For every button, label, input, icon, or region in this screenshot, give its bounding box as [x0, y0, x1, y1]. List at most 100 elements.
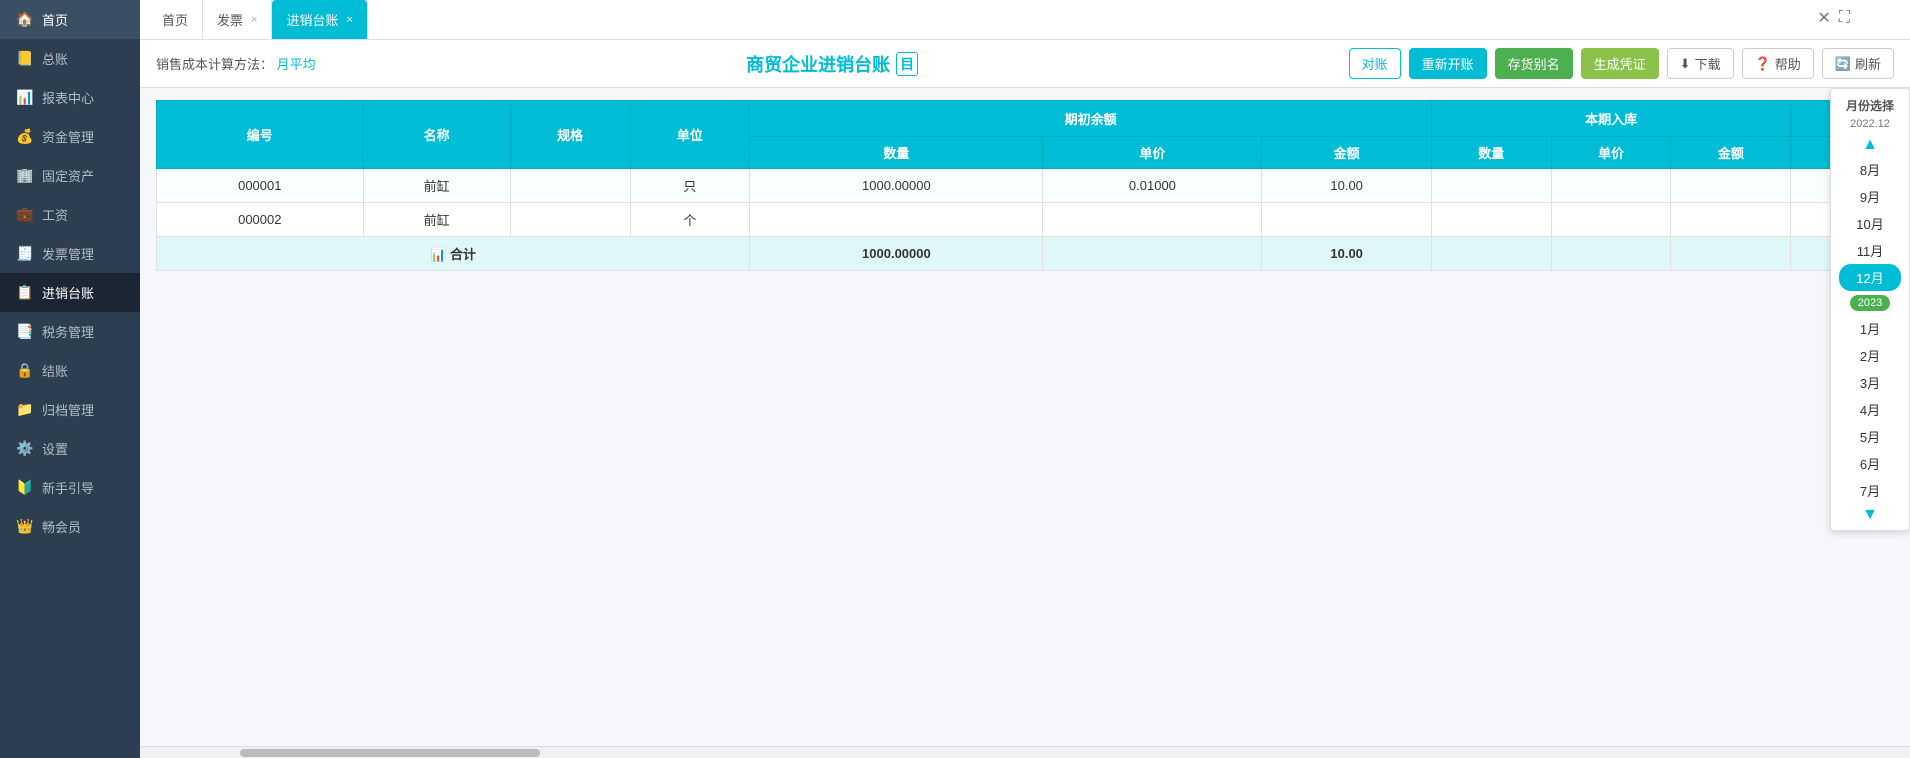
- tab-invoice[interactable]: 发票 ×: [203, 0, 272, 39]
- month-4[interactable]: 4月: [1831, 396, 1909, 423]
- download-label: 下载: [1695, 54, 1721, 73]
- sidebar-item-reports[interactable]: 📊 报表中心: [0, 78, 140, 117]
- archive-icon: 📁: [16, 401, 34, 418]
- member-icon: 👑: [16, 518, 34, 535]
- month-5[interactable]: 5月: [1831, 423, 1909, 450]
- month-3[interactable]: 3月: [1831, 369, 1909, 396]
- sidebar-item-payroll[interactable]: 💼 工资: [0, 195, 140, 234]
- sidebar-item-closing[interactable]: 🔒 结账: [0, 351, 140, 390]
- sidebar-item-label: 总账: [42, 49, 68, 68]
- invoice-icon: 🧾: [16, 245, 34, 262]
- sidebar-item-fixed-assets[interactable]: 🏢 固定资产: [0, 156, 140, 195]
- year-2023-badge: 2023: [1850, 295, 1890, 311]
- col-spec-header: 规格: [510, 101, 630, 169]
- cost-method-label: 销售成本计算方法：: [156, 57, 273, 72]
- cell-spec: [510, 203, 630, 237]
- maximize-window-button[interactable]: ⛶: [1839, 9, 1850, 27]
- col-name-header: 名称: [363, 101, 510, 169]
- download-icon: ⬇: [1680, 56, 1691, 72]
- month-12[interactable]: 12月: [1839, 264, 1901, 291]
- cell-opening-amount: 10.00: [1262, 169, 1432, 203]
- sidebar-item-label: 进销台账: [42, 283, 94, 302]
- month-8[interactable]: 8月: [1831, 156, 1909, 183]
- cell-unit: 只: [630, 169, 750, 203]
- help-button[interactable]: ❓ 帮助: [1742, 48, 1814, 79]
- reopen-button[interactable]: 重新开账: [1409, 48, 1487, 79]
- sidebar-item-label: 归档管理: [42, 400, 94, 419]
- sidebar-item-archive[interactable]: 📁 归档管理: [0, 390, 140, 429]
- sidebar-item-settings[interactable]: ⚙️ 设置: [0, 429, 140, 468]
- total-opening-price: [1043, 237, 1262, 271]
- sidebar-item-label: 畅会员: [42, 517, 81, 536]
- content-area: 销售成本计算方法： 月平均 商贸企业进销台账 目 对账 重新开账 存货别名 生成…: [140, 40, 1910, 758]
- main-content: ✕ ⛶ 首页 发票 × 进销台账 × 销售成本计算方法： 月平均 商贸企业进销台…: [140, 0, 1910, 758]
- month-nav-down[interactable]: ▼: [1831, 504, 1909, 526]
- reports-icon: 📊: [16, 89, 34, 106]
- month-6[interactable]: 6月: [1831, 450, 1909, 477]
- assets-icon: 🏢: [16, 167, 34, 184]
- cell-name: 前缸: [363, 203, 510, 237]
- download-button[interactable]: ⬇ 下载: [1667, 48, 1734, 79]
- sidebar-item-fund[interactable]: 💰 资金管理: [0, 117, 140, 156]
- month-panel: 月份选择 2022.12 ▲ 8月 9月 10月 11月 12月 2023 1月…: [1830, 88, 1910, 531]
- month-10[interactable]: 10月: [1831, 210, 1909, 237]
- sidebar-item-member[interactable]: 👑 畅会员: [0, 507, 140, 546]
- month-1[interactable]: 1月: [1831, 315, 1909, 342]
- cell-in-qty: [1431, 203, 1551, 237]
- page-title: 商贸企业进销台账: [746, 51, 890, 77]
- sidebar-item-general-ledger[interactable]: 📒 总账: [0, 39, 140, 78]
- cell-code: 000002: [157, 203, 364, 237]
- refresh-label: 刷新: [1855, 54, 1881, 73]
- tax-icon: 📑: [16, 323, 34, 340]
- col-current-in-header: 本期入库: [1431, 101, 1790, 137]
- month-11[interactable]: 11月: [1831, 237, 1909, 264]
- ledger-icon: 📒: [16, 50, 34, 67]
- total-in-amount: [1671, 237, 1791, 271]
- month-7[interactable]: 7月: [1831, 477, 1909, 504]
- title-edit-icon[interactable]: 目: [896, 52, 918, 76]
- col-opening-qty-header: 数量: [750, 137, 1043, 169]
- table-row: 000002 前缸 个: [157, 203, 1894, 237]
- refresh-button[interactable]: 🔄 刷新: [1822, 48, 1894, 79]
- tab-bar: 首页 发票 × 进销台账 ×: [140, 0, 1910, 40]
- cost-method-value: 月平均: [277, 57, 316, 72]
- sidebar-item-invoice[interactable]: 🧾 发票管理: [0, 234, 140, 273]
- horizontal-scrollbar[interactable]: [140, 746, 1910, 758]
- cell-opening-qty: 1000.00000: [750, 169, 1043, 203]
- sidebar-item-tax[interactable]: 📑 税务管理: [0, 312, 140, 351]
- month-9[interactable]: 9月: [1831, 183, 1909, 210]
- month-2[interactable]: 2月: [1831, 342, 1909, 369]
- sidebar-item-label: 税务管理: [42, 322, 94, 341]
- sidebar-item-inventory[interactable]: 📋 进销台账: [0, 273, 140, 312]
- month-nav-up[interactable]: ▲: [1831, 134, 1909, 156]
- sidebar-item-guide[interactable]: 🔰 新手引导: [0, 468, 140, 507]
- tab-home[interactable]: 首页: [148, 0, 203, 39]
- tab-invoice-label: 发票: [217, 10, 243, 29]
- col-code-header: 编号: [157, 101, 364, 169]
- window-controls: ✕ ⛶: [1817, 8, 1850, 28]
- cell-spec: [510, 169, 630, 203]
- cell-unit: 个: [630, 203, 750, 237]
- generate-voucher-button[interactable]: 生成凭证: [1581, 48, 1659, 79]
- help-label: 帮助: [1775, 54, 1801, 73]
- tab-invoice-close[interactable]: ×: [251, 14, 257, 26]
- tab-inventory-close[interactable]: ×: [346, 14, 352, 26]
- save-alias-button[interactable]: 存货别名: [1495, 48, 1573, 79]
- cell-code: 000001: [157, 169, 364, 203]
- reconcile-button[interactable]: 对账: [1349, 48, 1401, 79]
- close-window-button[interactable]: ✕: [1817, 8, 1830, 28]
- fund-icon: 💰: [16, 128, 34, 145]
- cost-method-info: 销售成本计算方法： 月平均: [156, 54, 316, 73]
- settings-icon: ⚙️: [16, 440, 34, 457]
- scrollbar-thumb[interactable]: [240, 749, 540, 757]
- total-opening-qty: 1000.00000: [750, 237, 1043, 271]
- cell-name: 前缸: [363, 169, 510, 203]
- month-panel-title: 月份选择: [1831, 93, 1909, 116]
- top-bar: 销售成本计算方法： 月平均 商贸企业进销台账 目 对账 重新开账 存货别名 生成…: [140, 40, 1910, 88]
- sidebar-item-label: 资金管理: [42, 127, 94, 146]
- table-header-row-1: 编号 名称 规格 单位 期初余额 本期入库 数: [157, 101, 1894, 137]
- month-panel-year-label: 2022.12: [1831, 116, 1909, 134]
- sidebar-item-home[interactable]: 🏠 首页: [0, 0, 140, 39]
- tab-inventory[interactable]: 进销台账 ×: [272, 0, 367, 39]
- total-label-cell: 📊 合计: [157, 237, 750, 271]
